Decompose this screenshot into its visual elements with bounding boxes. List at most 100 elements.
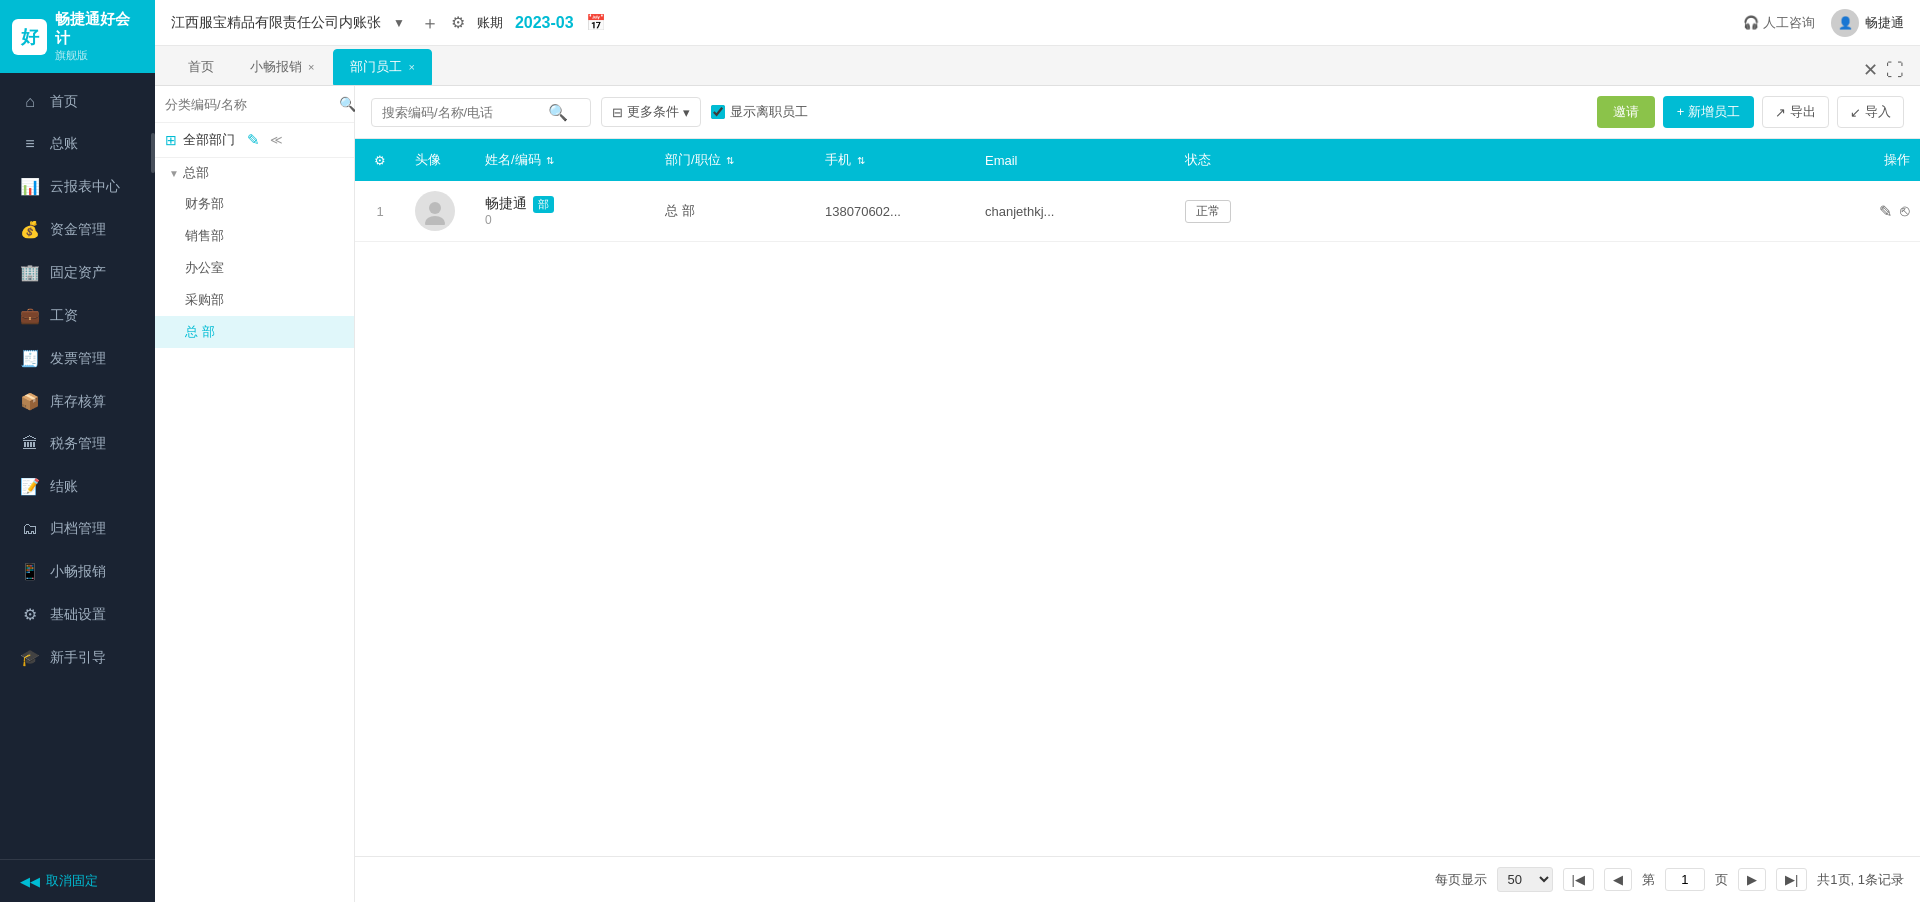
- sidebar-item-archive[interactable]: 🗂 归档管理: [0, 508, 155, 550]
- sidebar-item-reports[interactable]: 📊 云报表中心: [0, 165, 155, 208]
- dept-search-icon[interactable]: 🔍: [339, 96, 356, 112]
- phone-sort-icon: ⇅: [857, 155, 865, 166]
- content-area: 🔍 ⊞ 全部部门 ✎ ≪ ▼ 总部 财务部 销售部 办公室 采购部 总 部: [155, 86, 1920, 902]
- dept-expand-icon: ▼: [169, 168, 179, 179]
- sidebar-item-invoice[interactable]: 🧾 发票管理: [0, 337, 155, 380]
- app-version: 旗舰版: [55, 48, 143, 63]
- employee-table-wrap: ⚙ 头像 姓名/编码 ⇅ 部门/职位 ⇅: [355, 139, 1920, 856]
- filter-dropdown-icon: ▾: [683, 105, 690, 120]
- period-value: 2023-03: [515, 14, 574, 32]
- company-dropdown-icon[interactable]: ▼: [393, 16, 405, 30]
- user-menu[interactable]: 👤 畅捷通: [1831, 9, 1904, 37]
- export-button[interactable]: ↗ 导出: [1762, 96, 1829, 128]
- sidebar-item-settings[interactable]: ⚙ 基础设置: [0, 593, 155, 636]
- dept-sales[interactable]: 销售部: [155, 220, 354, 252]
- col-dept[interactable]: 部门/职位 ⇅: [655, 139, 815, 181]
- dept-edit-icon[interactable]: ✎: [247, 131, 260, 149]
- archive-icon: 🗂: [20, 520, 40, 538]
- sidebar-item-home[interactable]: ⌂ 首页: [0, 81, 155, 123]
- show-resigned-checkbox[interactable]: [711, 105, 725, 119]
- row-no: 1: [355, 181, 405, 242]
- page-size-select[interactable]: 50 20 100: [1497, 867, 1553, 892]
- col-settings[interactable]: ⚙: [355, 139, 405, 181]
- first-page-button[interactable]: |◀: [1563, 868, 1594, 891]
- dept-search-input[interactable]: [165, 97, 333, 112]
- service-button[interactable]: 🎧 人工咨询: [1743, 14, 1815, 32]
- row-name-cell: 畅捷通 部 0: [475, 181, 655, 242]
- funds-icon: 💰: [20, 220, 40, 239]
- import-button[interactable]: ↙ 导入: [1837, 96, 1904, 128]
- assets-icon: 🏢: [20, 263, 40, 282]
- page-num-label: 第: [1642, 871, 1655, 889]
- headset-icon: 🎧: [1743, 15, 1759, 30]
- dept-office[interactable]: 办公室: [155, 252, 354, 284]
- row-phone: 138070602...: [815, 181, 975, 242]
- prev-page-button[interactable]: ◀: [1604, 868, 1632, 891]
- app-logo[interactable]: 好 畅捷通好会计 旗舰版: [0, 0, 155, 73]
- table-header-row: ⚙ 头像 姓名/编码 ⇅ 部门/职位 ⇅: [355, 139, 1920, 181]
- all-departments-header[interactable]: ⊞ 全部部门 ✎ ≪: [155, 123, 354, 158]
- tab-expense[interactable]: 小畅报销 ×: [233, 49, 331, 85]
- sidebar-item-inventory[interactable]: 📦 库存核算: [0, 380, 155, 423]
- invite-button[interactable]: 邀请: [1597, 96, 1655, 128]
- sidebar-item-tax[interactable]: 🏛 税务管理: [0, 423, 155, 465]
- maximize-window-button[interactable]: ⛶: [1886, 60, 1904, 81]
- topbar: 江西服宝精品有限责任公司内账张 ▼ ＋ ⚙ 账期 2023-03 📅 🎧 人工咨…: [155, 0, 1920, 46]
- dept-purchase[interactable]: 采购部: [155, 284, 354, 316]
- guide-icon: 🎓: [20, 648, 40, 667]
- sidebar-item-close[interactable]: 📝 结账: [0, 465, 155, 508]
- sidebar-item-expense[interactable]: 📱 小畅报销: [0, 550, 155, 593]
- toolbar-right-actions: 邀请 + 新增员工 ↗ 导出 ↙ 导入: [1597, 96, 1904, 128]
- home-icon: ⌂: [20, 93, 40, 111]
- dept-general[interactable]: 总 部: [155, 316, 354, 348]
- topbar-right: 🎧 人工咨询 👤 畅捷通: [1743, 9, 1904, 37]
- pin-icon: ◀◀: [20, 874, 40, 889]
- page-label: 页: [1715, 871, 1728, 889]
- collapse-panel-icon[interactable]: ≪: [270, 133, 283, 147]
- add-employee-button[interactable]: + 新增员工: [1663, 96, 1754, 128]
- edit-employee-button[interactable]: ✎: [1879, 202, 1892, 221]
- close-window-button[interactable]: ✕: [1863, 59, 1878, 81]
- dept-tree: ▼ 总部 财务部 销售部 办公室 采购部 总 部: [155, 158, 354, 902]
- employee-code: 0: [485, 213, 645, 227]
- employee-search-box: 🔍: [371, 98, 591, 127]
- employee-table: ⚙ 头像 姓名/编码 ⇅ 部门/职位 ⇅: [355, 139, 1920, 242]
- sidebar-item-ledger[interactable]: ≡ 总账: [0, 123, 155, 165]
- svg-point-1: [425, 216, 445, 225]
- tab-home[interactable]: 首页: [171, 49, 231, 85]
- sidebar-item-funds[interactable]: 💰 资金管理: [0, 208, 155, 251]
- col-phone[interactable]: 手机 ⇅: [815, 139, 975, 181]
- pagination-bar: 每页显示 50 20 100 |◀ ◀ 第 页 ▶ ▶| 共1页, 1条记录: [355, 856, 1920, 902]
- employee-dept-badge: 部: [533, 196, 554, 213]
- tab-dept-close[interactable]: ×: [408, 61, 414, 73]
- page-number-input[interactable]: [1665, 868, 1705, 891]
- last-page-button[interactable]: ▶|: [1776, 868, 1807, 891]
- col-email: Email: [975, 139, 1175, 181]
- page-size-label: 每页显示: [1435, 871, 1487, 889]
- col-action: 操作: [1335, 139, 1920, 181]
- salary-icon: 💼: [20, 306, 40, 325]
- employee-search-icon[interactable]: 🔍: [548, 103, 568, 122]
- tax-icon: 🏛: [20, 435, 40, 453]
- next-page-button[interactable]: ▶: [1738, 868, 1766, 891]
- sidebar-item-salary[interactable]: 💼 工资: [0, 294, 155, 337]
- calendar-icon[interactable]: 📅: [586, 13, 606, 32]
- tabs-bar: 首页 小畅报销 × 部门员工 × ✕ ⛶: [155, 46, 1920, 86]
- sidebar-unpin-button[interactable]: ◀◀ 取消固定: [0, 859, 155, 902]
- row-dept: 总 部: [655, 181, 815, 242]
- logout-employee-button[interactable]: ⎋: [1900, 202, 1910, 221]
- more-filter-button[interactable]: ⊟ 更多条件 ▾: [601, 97, 701, 127]
- employee-search-input[interactable]: [382, 105, 542, 120]
- dept-sort-icon: ⇅: [726, 155, 734, 166]
- import-icon: ↙: [1850, 105, 1861, 120]
- topbar-settings-icon[interactable]: ⚙: [451, 13, 465, 32]
- invoice-icon: 🧾: [20, 349, 40, 368]
- col-name[interactable]: 姓名/编码 ⇅: [475, 139, 655, 181]
- tab-dept-employee[interactable]: 部门员工 ×: [333, 49, 431, 85]
- dept-group-total[interactable]: ▼ 总部: [155, 158, 354, 188]
- add-company-button[interactable]: ＋: [421, 11, 439, 35]
- sidebar-item-guide[interactable]: 🎓 新手引导: [0, 636, 155, 679]
- dept-finance[interactable]: 财务部: [155, 188, 354, 220]
- sidebar-item-assets[interactable]: 🏢 固定资产: [0, 251, 155, 294]
- tab-expense-close[interactable]: ×: [308, 61, 314, 73]
